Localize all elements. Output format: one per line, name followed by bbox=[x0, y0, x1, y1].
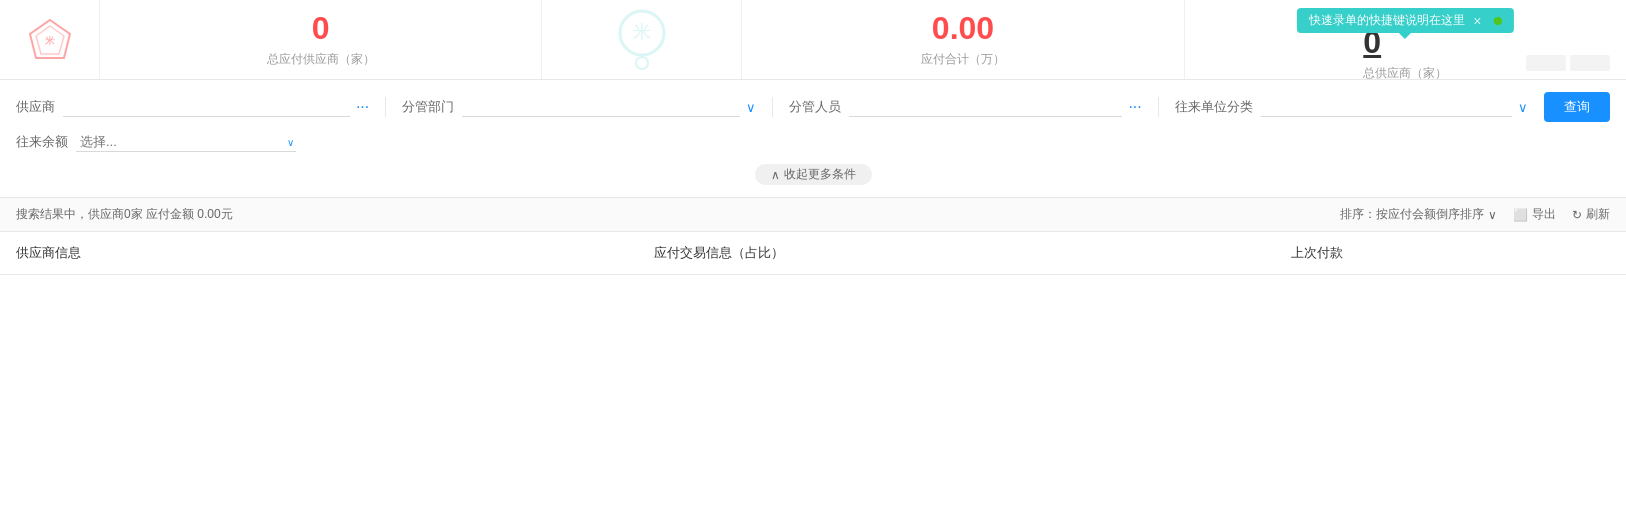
ghost-btn-2 bbox=[1570, 55, 1610, 71]
refresh-label: 刷新 bbox=[1586, 206, 1610, 223]
export-button[interactable]: ⬜ 导出 bbox=[1513, 206, 1556, 223]
stat-value-total-payable-suppliers: 0 bbox=[312, 11, 330, 46]
filter-department: 分管部门 ∨ bbox=[402, 97, 755, 117]
logo-diamond-icon: 米 bbox=[26, 16, 74, 64]
col-header-last-payment: 上次付款 bbox=[1291, 244, 1610, 262]
query-button[interactable]: 查询 bbox=[1544, 92, 1610, 122]
filter-area: 供应商 ··· 分管部门 ∨ 分管人员 ··· 往来单位分类 ∨ 查询 bbox=[0, 80, 1626, 198]
ghost-btn-1 bbox=[1526, 55, 1566, 71]
divider-1 bbox=[385, 97, 386, 117]
result-bar: 搜索结果中，供应商0家 应付金额 0.00元 排序：按应付会额倒序排序 ∨ ⬜ … bbox=[0, 198, 1626, 232]
sort-label: 排序：按应付会额倒序排序 bbox=[1340, 206, 1484, 223]
col-header-transaction-info: 应付交易信息（占比） bbox=[654, 244, 1292, 262]
filter-unit-category: 往来单位分类 ∨ bbox=[1175, 97, 1528, 117]
stat-value-payable-total: 0.00 bbox=[932, 11, 994, 46]
collapse-bar: ∧ 收起更多条件 bbox=[16, 160, 1610, 193]
result-actions: 排序：按应付会额倒序排序 ∨ ⬜ 导出 ↻ 刷新 bbox=[1340, 206, 1610, 223]
department-input[interactable] bbox=[462, 97, 739, 117]
manager-dots-button[interactable]: ··· bbox=[1128, 98, 1141, 116]
stat-total-payable-suppliers: 0 总应付供应商（家） bbox=[100, 0, 542, 79]
stat-label-total-suppliers: 总供应商（家） bbox=[1363, 65, 1447, 82]
export-label: 导出 bbox=[1532, 206, 1556, 223]
collapse-button[interactable]: ∧ 收起更多条件 bbox=[755, 164, 872, 185]
top-stats-bar: 米 0 总应付供应商（家） 米 0.00 应付合计（万） 快速录单的快捷键说明在… bbox=[0, 0, 1626, 80]
sort-arrow-icon: ∨ bbox=[1488, 208, 1497, 222]
supplier-label: 供应商 bbox=[16, 98, 55, 116]
supplier-input[interactable] bbox=[63, 97, 350, 117]
stat-label-total-payable-suppliers: 总应付供应商（家） bbox=[267, 51, 375, 68]
balance-select-wrapper: ∨ bbox=[76, 132, 296, 152]
filter-row-1: 供应商 ··· 分管部门 ∨ 分管人员 ··· 往来单位分类 ∨ 查询 bbox=[16, 92, 1610, 122]
svg-text:米: 米 bbox=[633, 22, 651, 42]
manager-input[interactable] bbox=[849, 97, 1123, 117]
table-container: 供应商信息 应付交易信息（占比） 上次付款 bbox=[0, 232, 1626, 515]
ghost-buttons bbox=[1526, 55, 1610, 71]
logo-area: 米 bbox=[0, 0, 100, 79]
result-summary: 搜索结果中，供应商0家 应付金额 0.00元 bbox=[16, 206, 233, 223]
supplier-dots-button[interactable]: ··· bbox=[356, 98, 369, 116]
stat-label-payable-total: 应付合计（万） bbox=[921, 51, 1005, 68]
department-label: 分管部门 bbox=[402, 98, 454, 116]
unit-category-arrow-icon[interactable]: ∨ bbox=[1518, 100, 1528, 115]
col-header-supplier-info: 供应商信息 bbox=[16, 244, 654, 262]
middle-icon-area: 米 bbox=[542, 0, 742, 79]
department-arrow-icon[interactable]: ∨ bbox=[746, 100, 756, 115]
manager-label: 分管人员 bbox=[789, 98, 841, 116]
balance-select[interactable] bbox=[76, 132, 296, 152]
tooltip-dot-icon bbox=[1493, 17, 1501, 25]
tooltip-close-button[interactable]: × bbox=[1473, 13, 1481, 29]
stat-total-suppliers: 快速录单的快捷键说明在这里 × 0 总供应商（家） bbox=[1185, 0, 1626, 79]
export-icon: ⬜ bbox=[1513, 208, 1528, 222]
refresh-icon: ↻ bbox=[1572, 208, 1582, 222]
tooltip-text: 快速录单的快捷键说明在这里 bbox=[1309, 12, 1465, 29]
filter-row-2: 往来余额 ∨ bbox=[16, 132, 1610, 152]
collapse-arrow-icon: ∧ bbox=[771, 168, 780, 182]
stat-payable-total: 0.00 应付合计（万） bbox=[742, 0, 1184, 79]
table-body bbox=[0, 275, 1626, 515]
divider-2 bbox=[772, 97, 773, 117]
refresh-button[interactable]: ↻ 刷新 bbox=[1572, 206, 1610, 223]
balance-label: 往来余额 bbox=[16, 133, 68, 151]
filter-supplier: 供应商 ··· bbox=[16, 97, 369, 117]
filter-manager: 分管人员 ··· bbox=[789, 97, 1142, 117]
table-header: 供应商信息 应付交易信息（占比） 上次付款 bbox=[0, 232, 1626, 275]
divider-3 bbox=[1158, 97, 1159, 117]
unit-category-label: 往来单位分类 bbox=[1175, 98, 1253, 116]
svg-text:米: 米 bbox=[45, 35, 55, 46]
shortcut-tooltip: 快速录单的快捷键说明在这里 × bbox=[1297, 8, 1513, 33]
collapse-label: 收起更多条件 bbox=[784, 166, 856, 183]
sort-selector[interactable]: 排序：按应付会额倒序排序 ∨ bbox=[1340, 206, 1497, 223]
svg-point-5 bbox=[636, 57, 648, 69]
filter-balance: 往来余额 ∨ bbox=[16, 132, 296, 152]
unit-category-input[interactable] bbox=[1261, 97, 1512, 117]
mint-icon: 米 bbox=[607, 5, 677, 75]
